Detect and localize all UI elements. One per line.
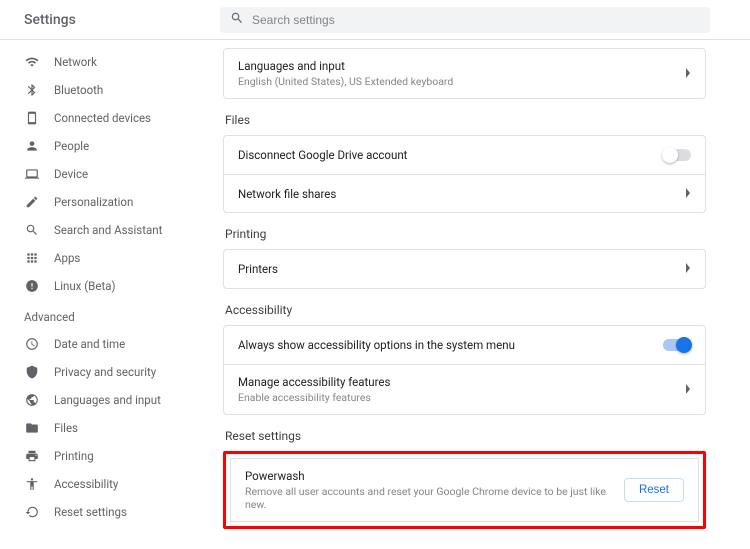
powerwash-row: Powerwash Remove all user accounts and r…	[231, 459, 698, 521]
row-title: Powerwash	[245, 469, 612, 483]
sidebar-item-label: Accessibility	[54, 477, 118, 491]
reset-icon	[24, 504, 40, 520]
manage-a11y-row[interactable]: Manage accessibility features Enable acc…	[224, 364, 705, 414]
wifi-icon	[24, 54, 40, 70]
sidebar-item-label: Languages and input	[54, 393, 161, 407]
accessibility-card: Always show accessibility options in the…	[223, 325, 706, 415]
sidebar-item-label: Search and Assistant	[54, 223, 162, 237]
sidebar-item-personalization[interactable]: Personalization	[24, 188, 205, 216]
sidebar-item-privacy[interactable]: Privacy and security	[24, 358, 205, 386]
disconnect-drive-row[interactable]: Disconnect Google Drive account	[224, 136, 705, 174]
sidebar-item-label: Date and time	[54, 337, 125, 351]
network-shares-row[interactable]: Network file shares	[224, 174, 705, 212]
highlight-box: Powerwash Remove all user accounts and r…	[223, 451, 706, 529]
row-title: Manage accessibility features	[238, 375, 685, 389]
sidebar-item-label: Connected devices	[54, 111, 151, 125]
sidebar-item-label: Bluetooth	[54, 83, 103, 97]
row-title: Languages and input	[238, 59, 685, 73]
sidebar-item-device[interactable]: Device	[24, 160, 205, 188]
row-sub: English (United States), US Extended key…	[238, 75, 685, 88]
sidebar-item-label: Files	[54, 421, 78, 435]
powerwash-card: Powerwash Remove all user accounts and r…	[230, 458, 699, 522]
row-title: Disconnect Google Drive account	[238, 148, 663, 162]
sidebar-item-connected-devices[interactable]: Connected devices	[24, 104, 205, 132]
apps-icon	[24, 250, 40, 266]
search-container[interactable]	[220, 7, 710, 33]
shield-icon	[24, 364, 40, 380]
search-icon	[230, 11, 244, 28]
sidebar-item-reset[interactable]: Reset settings	[24, 498, 205, 526]
sidebar-item-bluetooth[interactable]: Bluetooth	[24, 76, 205, 104]
phone-icon	[24, 110, 40, 126]
row-title: Printers	[238, 262, 685, 276]
pencil-icon	[24, 194, 40, 210]
languages-card: Languages and input English (United Stat…	[223, 48, 706, 99]
sidebar-item-apps[interactable]: Apps	[24, 244, 205, 272]
disconnect-drive-toggle[interactable]	[663, 149, 691, 161]
linux-icon	[24, 278, 40, 294]
sidebar-item-linux[interactable]: Linux (Beta)	[24, 272, 205, 300]
chevron-right-icon	[685, 67, 691, 81]
advanced-label[interactable]: Advanced	[24, 310, 205, 324]
sidebar: Network Bluetooth Connected devices Peop…	[0, 40, 205, 549]
always-show-a11y-toggle[interactable]	[663, 339, 691, 351]
printer-icon	[24, 448, 40, 464]
reset-button[interactable]: Reset	[624, 478, 684, 502]
sidebar-item-search-assistant[interactable]: Search and Assistant	[24, 216, 205, 244]
laptop-icon	[24, 166, 40, 182]
files-section-head: Files	[225, 113, 706, 127]
reset-section-head: Reset settings	[225, 429, 706, 443]
clock-icon	[24, 336, 40, 352]
sidebar-item-label: People	[54, 139, 89, 153]
sidebar-item-files[interactable]: Files	[24, 414, 205, 442]
sidebar-item-network[interactable]: Network	[24, 48, 205, 76]
row-sub: Remove all user accounts and reset your …	[245, 485, 612, 511]
row-title: Always show accessibility options in the…	[238, 338, 663, 352]
person-icon	[24, 138, 40, 154]
bluetooth-icon	[24, 82, 40, 98]
sidebar-item-label: Reset settings	[54, 505, 127, 519]
chevron-right-icon	[685, 187, 691, 201]
main-content: Languages and input English (United Stat…	[205, 40, 750, 549]
sidebar-item-label: Personalization	[54, 195, 133, 209]
sidebar-item-label: Device	[54, 167, 88, 181]
row-title: Network file shares	[238, 187, 685, 201]
folder-icon	[24, 420, 40, 436]
globe-icon	[24, 392, 40, 408]
sidebar-item-label: Apps	[54, 251, 80, 265]
chevron-right-icon	[685, 262, 691, 276]
sidebar-item-label: Printing	[54, 449, 94, 463]
accessibility-section-head: Accessibility	[225, 303, 706, 317]
sidebar-item-date-time[interactable]: Date and time	[24, 330, 205, 358]
chevron-right-icon	[685, 383, 691, 397]
sidebar-item-label: Network	[54, 55, 97, 69]
header: Settings	[0, 0, 750, 40]
sidebar-item-label: Privacy and security	[54, 365, 156, 379]
magnifier-icon	[24, 222, 40, 238]
printing-card: Printers	[223, 249, 706, 289]
files-card: Disconnect Google Drive account Network …	[223, 135, 706, 213]
sidebar-item-printing[interactable]: Printing	[24, 442, 205, 470]
sidebar-item-languages[interactable]: Languages and input	[24, 386, 205, 414]
printers-row[interactable]: Printers	[224, 250, 705, 288]
languages-row[interactable]: Languages and input English (United Stat…	[224, 49, 705, 98]
search-input[interactable]	[252, 13, 700, 27]
printing-section-head: Printing	[225, 227, 706, 241]
row-sub: Enable accessibility features	[238, 391, 685, 404]
sidebar-item-label: Linux (Beta)	[54, 279, 115, 293]
always-show-a11y-row[interactable]: Always show accessibility options in the…	[224, 326, 705, 364]
sidebar-item-people[interactable]: People	[24, 132, 205, 160]
sidebar-item-accessibility[interactable]: Accessibility	[24, 470, 205, 498]
accessibility-icon	[24, 476, 40, 492]
page-title: Settings	[0, 12, 220, 28]
